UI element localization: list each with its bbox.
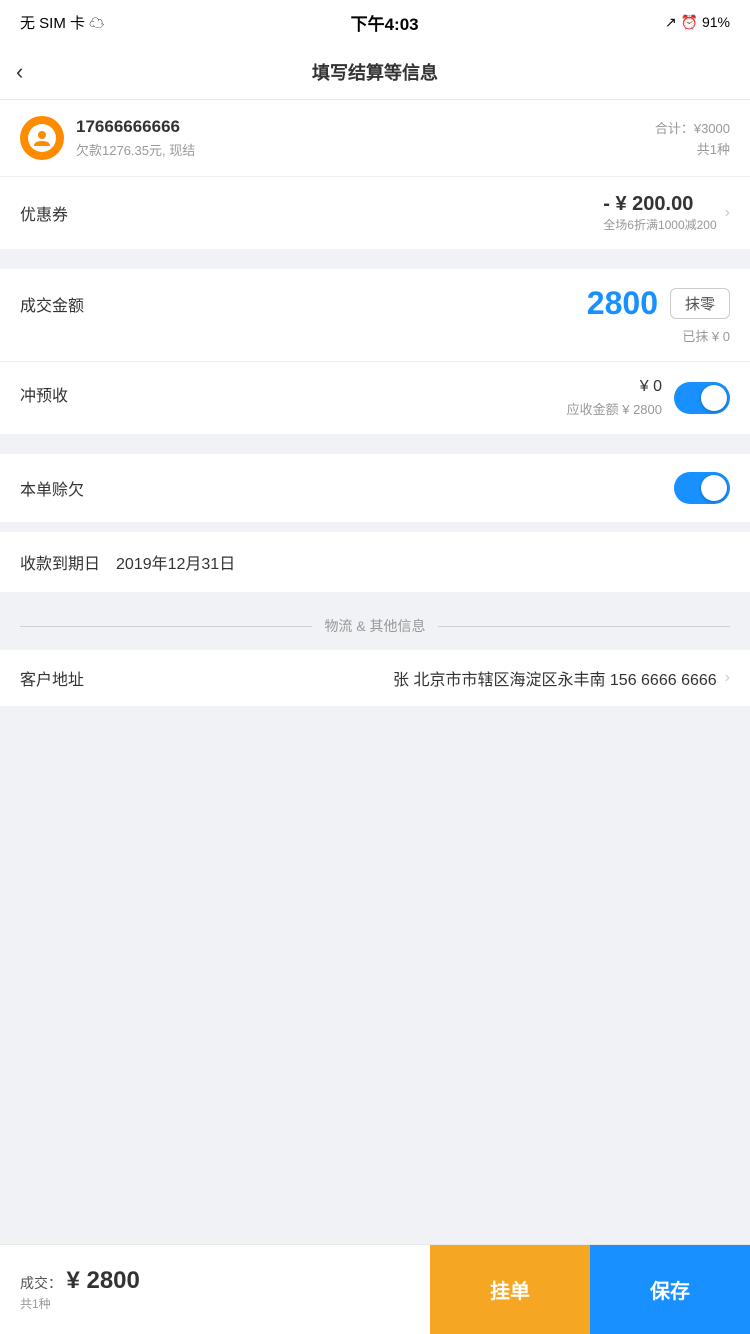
debit-label: 本单赊欠: [20, 476, 84, 500]
avatar: [20, 116, 64, 160]
coupon-row[interactable]: 优惠券 - ¥ 200.00 全场6折满1000减200 ›: [0, 176, 750, 249]
bottom-left: 成交： ¥ 2800 共1种: [0, 1267, 430, 1312]
bottom-count: 共1种: [20, 1295, 410, 1312]
customer-row: 17666666666 欠款1276.35元, 现结 合计：¥3000 共1种: [0, 100, 750, 176]
logistics-label: 物流 & 其他信息: [324, 616, 425, 636]
customer-phone: 17666666666: [76, 117, 195, 137]
amount-section: 成交金额 2800 抹零 已抹 ¥ 0: [0, 269, 750, 361]
prepay-toggle[interactable]: [674, 382, 730, 414]
amount-sub: 已抹 ¥ 0: [20, 326, 730, 345]
bottom-bar: 成交： ¥ 2800 共1种 挂单 保存: [0, 1244, 750, 1334]
page-title: 填写结算等信息: [312, 59, 438, 85]
customer-section: 17666666666 欠款1276.35元, 现结 合计：¥3000 共1种 …: [0, 100, 750, 249]
status-right: ↗ ⏰ 91%: [665, 14, 730, 31]
prepay-right: ¥ 0 应收金额 ¥ 2800: [567, 378, 730, 418]
gray-divider-1: [0, 259, 750, 269]
amount-value: 2800: [587, 285, 658, 322]
user-icon: [32, 128, 52, 148]
bottom-deal-amount: ¥ 2800: [66, 1267, 139, 1294]
debit-section: 本单赊欠: [0, 454, 750, 522]
customer-debt: 欠款1276.35元, 现结: [76, 140, 195, 159]
address-section[interactable]: 客户地址 张 北京市市辖区海淀区永丰南 156 6666 6666 ›: [0, 650, 750, 706]
total-label: 合计：¥3000: [655, 118, 730, 137]
save-button[interactable]: 保存: [590, 1245, 750, 1334]
amount-right: 2800 抹零: [587, 285, 730, 322]
address-chevron-icon: ›: [725, 669, 730, 687]
coupon-discount: - ¥ 200.00: [603, 193, 716, 216]
debit-toggle[interactable]: [674, 472, 730, 504]
coupon-right: - ¥ 200.00 全场6折满1000减200 ›: [603, 193, 730, 233]
divider-line-right: [438, 626, 730, 627]
coupon-detail: 全场6折满1000减200: [603, 216, 716, 233]
prepay-amount: ¥ 0: [567, 378, 662, 396]
address-right: 张 北京市市辖区海淀区永丰南 156 6666 6666 ›: [100, 666, 730, 690]
address-label: 客户地址: [20, 666, 84, 690]
prepay-row: 冲预收 ¥ 0 应收金额 ¥ 2800: [20, 378, 730, 418]
divider-line-left: [20, 626, 312, 627]
chevron-right-icon: ›: [725, 204, 730, 222]
content-area: 17666666666 欠款1276.35元, 现结 合计：¥3000 共1种 …: [0, 100, 750, 916]
customer-info: 17666666666 欠款1276.35元, 现结: [76, 117, 195, 159]
due-section: 收款到期日 2019年12月31日: [0, 532, 750, 592]
coupon-label: 优惠券: [20, 201, 68, 225]
amount-label: 成交金额: [20, 292, 84, 316]
due-value: 2019年12月31日: [116, 550, 235, 574]
prepay-sub: 应收金额 ¥ 2800: [567, 399, 662, 418]
amount-row: 成交金额 2800 抹零: [20, 285, 730, 322]
deal-amount-section: 成交金额 2800 抹零 已抹 ¥ 0 冲预收 ¥ 0 应收金额 ¥ 2800: [0, 269, 750, 434]
bottom-deal-label: 成交：: [20, 1275, 62, 1291]
customer-right: 合计：¥3000 共1种: [655, 118, 730, 158]
total-count: 共1种: [655, 139, 730, 158]
prepay-section: 冲预收 ¥ 0 应收金额 ¥ 2800: [0, 361, 750, 434]
address-value: 张 北京市市辖区海淀区永丰南 156 6666 6666: [393, 666, 717, 690]
status-time: 下午4:03: [351, 10, 419, 35]
prepay-label: 冲预收: [20, 378, 68, 406]
avatar-inner: [28, 124, 56, 152]
hang-button[interactable]: 挂单: [430, 1245, 590, 1334]
back-button[interactable]: ‹: [16, 59, 23, 85]
status-icons: ↗ ⏰ 91%: [665, 14, 730, 31]
round-button[interactable]: 抹零: [670, 288, 730, 319]
sim-text: 无 SIM 卡 ☁: [20, 12, 104, 33]
due-label: 收款到期日: [20, 550, 100, 574]
logistics-divider: 物流 & 其他信息: [0, 602, 750, 650]
extra-gray-area: [0, 706, 750, 826]
customer-left: 17666666666 欠款1276.35元, 现结: [20, 116, 195, 160]
gray-divider-2: [0, 444, 750, 454]
due-row: 收款到期日 2019年12月31日: [20, 550, 730, 574]
status-left: 无 SIM 卡 ☁: [20, 12, 104, 33]
nav-bar: ‹ 填写结算等信息: [0, 44, 750, 100]
status-bar: 无 SIM 卡 ☁ 下午4:03 ↗ ⏰ 91%: [0, 0, 750, 44]
prepay-values: ¥ 0 应收金额 ¥ 2800: [567, 378, 662, 418]
